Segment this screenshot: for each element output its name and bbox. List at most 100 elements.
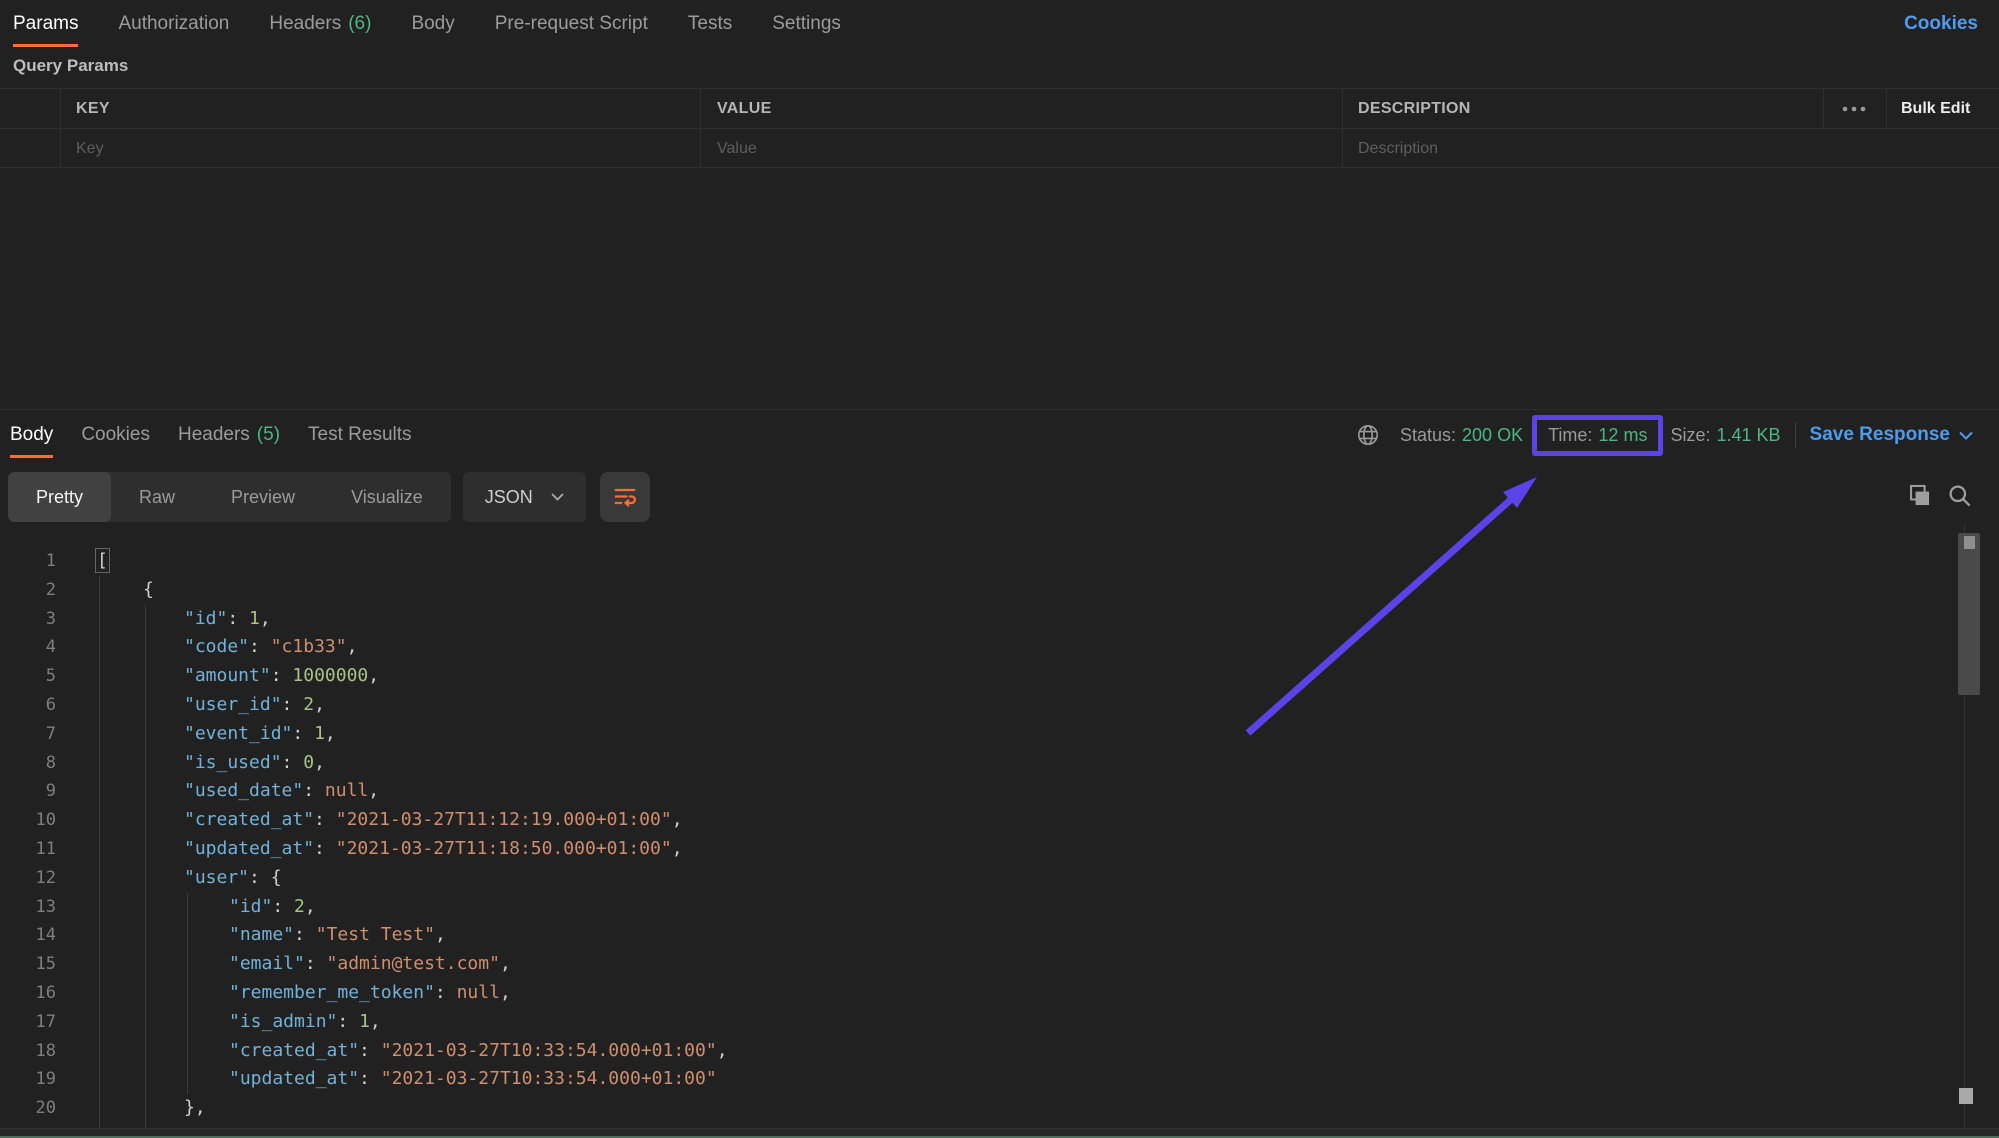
chevron-down-icon xyxy=(551,493,564,501)
tab-label: Settings xyxy=(772,13,841,35)
request-tab-settings[interactable]: Settings xyxy=(772,0,841,48)
code-line-2: 2{ xyxy=(0,576,1950,605)
status-value: 200 OK xyxy=(1462,425,1523,446)
code-line-11: 11"updated_at": "2021-03-27T11:18:50.000… xyxy=(0,835,1950,864)
copy-response-button[interactable] xyxy=(1906,482,1933,509)
text-wrap-icon xyxy=(612,484,638,510)
scrollbar-thumb[interactable] xyxy=(1958,533,1980,695)
code-line-18: 18"created_at": "2021-03-27T10:33:54.000… xyxy=(0,1037,1950,1066)
code-line-3: 3 "id": 1, xyxy=(0,605,1950,634)
copy-icon xyxy=(1906,482,1933,509)
code-text: "id": 2, xyxy=(229,893,316,922)
bulk-edit-button[interactable]: Bulk Edit xyxy=(1901,89,1970,129)
response-tab-test-results[interactable]: Test Results xyxy=(308,410,411,460)
meta-divider xyxy=(1795,422,1796,448)
time-value: 12 ms xyxy=(1598,425,1647,446)
code-text: "user": { xyxy=(184,864,282,893)
request-tab-headers[interactable]: Headers(6) xyxy=(269,0,371,48)
line-number: 9 xyxy=(0,777,56,806)
tab-label: Headers xyxy=(178,424,250,446)
response-tab-headers[interactable]: Headers (5) xyxy=(178,410,280,460)
line-number: 7 xyxy=(0,720,56,749)
code-line-9: 9 "used_date": null, xyxy=(0,777,1950,806)
cookies-link[interactable]: Cookies xyxy=(1904,0,1978,48)
line-number: 4 xyxy=(0,633,56,662)
query-params-input-row xyxy=(0,129,1999,169)
response-body-tools xyxy=(1906,482,1973,509)
line-number: 6 xyxy=(0,691,56,720)
wrap-lines-button[interactable] xyxy=(600,472,650,522)
code-text: "is_admin": 1, xyxy=(229,1008,381,1037)
code-text: "created_at": "2021-03-27T11:12:19.000+0… xyxy=(184,806,683,835)
request-tab-body[interactable]: Body xyxy=(411,0,454,48)
code-text: { xyxy=(143,576,154,605)
line-number: 2 xyxy=(0,576,56,605)
search-response-button[interactable] xyxy=(1946,482,1973,509)
response-tab-body[interactable]: Body xyxy=(10,410,53,460)
time-label: Time: xyxy=(1548,425,1592,446)
param-value-input[interactable] xyxy=(717,134,1317,164)
line-number: 20 xyxy=(0,1094,56,1123)
tab-label: Test Results xyxy=(308,424,411,446)
request-tab-params[interactable]: Params xyxy=(13,0,78,48)
code-line-1: 1[ xyxy=(0,547,1950,576)
response-tab-cookies[interactable]: Cookies xyxy=(81,410,150,460)
code-text: "email": "admin@test.com", xyxy=(229,950,511,979)
param-description-input[interactable] xyxy=(1358,134,1798,164)
view-tab-pretty[interactable]: Pretty xyxy=(8,472,111,522)
code-text: "name": "Test Test", xyxy=(229,921,446,950)
line-number: 3 xyxy=(0,605,56,634)
time-highlight-box: Time: 12 ms xyxy=(1532,415,1663,456)
column-header-description: DESCRIPTION xyxy=(1358,89,1471,129)
code-text: "remember_me_token": null, xyxy=(229,979,511,1008)
line-number: 15 xyxy=(0,950,56,979)
query-params-title: Query Params xyxy=(13,56,128,76)
view-tab-visualize[interactable]: Visualize xyxy=(323,472,451,522)
line-number: 12 xyxy=(0,864,56,893)
language-dropdown[interactable]: JSON xyxy=(463,472,586,522)
size-value: 1.41 KB xyxy=(1716,425,1780,446)
column-header-value: VALUE xyxy=(717,89,772,129)
code-text: "updated_at": "2021-03-27T10:33:54.000+0… xyxy=(229,1065,717,1094)
tab-label: Params xyxy=(13,13,78,35)
line-number: 1 xyxy=(0,547,56,576)
params-more-options-button[interactable] xyxy=(1837,97,1871,121)
tab-label: Headers xyxy=(269,13,341,35)
query-params-header-row: KEY VALUE DESCRIPTION Bulk Edit xyxy=(0,89,1999,129)
response-view-bar: PrettyRawPreviewVisualize JSON xyxy=(8,472,650,522)
tab-label: Body xyxy=(411,13,454,35)
search-icon xyxy=(1946,482,1973,509)
line-number: 10 xyxy=(0,806,56,835)
line-number: 19 xyxy=(0,1065,56,1094)
scrollbar-handle-top[interactable] xyxy=(1964,536,1975,549)
request-tab-pre-request-script[interactable]: Pre-request Script xyxy=(495,0,648,48)
code-text: "updated_at": "2021-03-27T11:18:50.000+0… xyxy=(184,835,683,864)
view-tab-preview[interactable]: Preview xyxy=(203,472,323,522)
request-tab-authorization[interactable]: Authorization xyxy=(118,0,229,48)
code-line-4: 4"code": "c1b33", xyxy=(0,633,1950,662)
tab-count-badge: (5) xyxy=(257,424,280,446)
line-number: 18 xyxy=(0,1037,56,1066)
code-text: "event_id": 1, xyxy=(184,720,336,749)
view-tab-raw[interactable]: Raw xyxy=(111,472,203,522)
request-tab-tests[interactable]: Tests xyxy=(688,0,732,48)
line-number: 17 xyxy=(0,1008,56,1037)
code-text: "used_date": null, xyxy=(184,777,379,806)
column-header-key: KEY xyxy=(76,89,110,129)
three-dots-icon xyxy=(1841,104,1867,114)
scrollbar-handle-bottom[interactable] xyxy=(1959,1088,1973,1104)
view-mode-segmented-control: PrettyRawPreviewVisualize xyxy=(8,472,451,522)
network-globe-icon xyxy=(1356,423,1380,447)
code-text: "id": 1, xyxy=(184,605,271,634)
postman-request-response-panel: Params Authorization Headers(6) Body Pre-req… xyxy=(0,0,1999,1138)
code-line-8: 8"is_used": 0, xyxy=(0,749,1950,778)
line-number: 14 xyxy=(0,921,56,950)
code-line-13: 13"id": 2, xyxy=(0,893,1950,922)
line-number: 5 xyxy=(0,662,56,691)
tab-label: Authorization xyxy=(118,13,229,35)
save-response-button[interactable]: Save Response xyxy=(1810,424,1973,446)
status-label: Status: xyxy=(1400,425,1456,446)
code-line-16: 16"remember_me_token": null, xyxy=(0,979,1950,1008)
size-label: Size: xyxy=(1670,425,1710,446)
param-key-input[interactable] xyxy=(76,134,676,164)
